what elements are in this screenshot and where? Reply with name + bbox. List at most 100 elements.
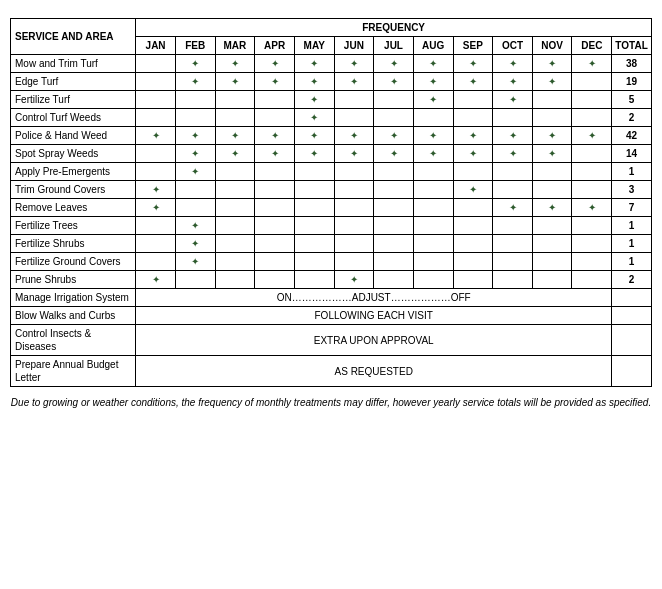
month-cell	[572, 145, 612, 163]
month-cell	[215, 91, 255, 109]
month-cell	[136, 109, 176, 127]
service-cell: Edge Turf	[11, 73, 136, 91]
check-icon: ✦	[548, 202, 556, 213]
service-cell: Control Turf Weeds	[11, 109, 136, 127]
month-cell	[294, 181, 334, 199]
month-header-nov: NOV	[532, 37, 572, 55]
month-cell: ✦	[294, 145, 334, 163]
month-cell	[413, 217, 453, 235]
check-icon: ✦	[548, 76, 556, 87]
check-icon: ✦	[390, 148, 398, 159]
month-cell	[136, 145, 176, 163]
check-icon: ✦	[271, 58, 279, 69]
month-cell	[136, 73, 176, 91]
check-icon: ✦	[152, 202, 160, 213]
month-cell	[175, 109, 215, 127]
month-cell: ✦	[334, 73, 374, 91]
service-cell: Fertilize Ground Covers	[11, 253, 136, 271]
month-cell	[413, 181, 453, 199]
table-row: Prepare Annual Budget LetterAS REQUESTED	[11, 356, 652, 387]
month-header-feb: FEB	[175, 37, 215, 55]
check-icon: ✦	[429, 130, 437, 141]
check-icon: ✦	[429, 148, 437, 159]
month-cell	[334, 235, 374, 253]
check-icon: ✦	[310, 130, 318, 141]
month-cell	[532, 181, 572, 199]
month-cell: ✦	[532, 127, 572, 145]
month-header-mar: MAR	[215, 37, 255, 55]
month-cell: ✦	[453, 181, 493, 199]
month-cell	[374, 235, 414, 253]
month-header-jun: JUN	[334, 37, 374, 55]
check-icon: ✦	[271, 148, 279, 159]
month-cell: ✦	[334, 145, 374, 163]
month-cell	[572, 163, 612, 181]
month-cell	[413, 253, 453, 271]
service-cell: Mow and Trim Turf	[11, 55, 136, 73]
service-cell: Manage Irrigation System	[11, 289, 136, 307]
month-cell	[215, 253, 255, 271]
total-cell: 7	[612, 199, 652, 217]
month-header-jan: JAN	[136, 37, 176, 55]
month-cell	[255, 181, 295, 199]
month-cell: ✦	[413, 127, 453, 145]
month-header-jul: JUL	[374, 37, 414, 55]
check-icon: ✦	[509, 148, 517, 159]
table-row: Spot Spray Weeds✦✦✦✦✦✦✦✦✦✦14	[11, 145, 652, 163]
check-icon: ✦	[588, 130, 596, 141]
total-cell: 5	[612, 91, 652, 109]
month-cell	[334, 181, 374, 199]
month-cell: ✦	[294, 109, 334, 127]
span-cell: ON………………ADJUST………………OFF	[136, 289, 612, 307]
table-row: Fertilize Turf✦✦✦5	[11, 91, 652, 109]
month-cell	[413, 199, 453, 217]
month-cell	[572, 253, 612, 271]
month-cell	[255, 235, 295, 253]
check-icon: ✦	[509, 202, 517, 213]
check-icon: ✦	[191, 58, 199, 69]
check-icon: ✦	[469, 148, 477, 159]
service-cell: Apply Pre-Emergents	[11, 163, 136, 181]
top-header-row: SERVICE AND AREAFREQUENCY	[11, 19, 652, 37]
month-cell: ✦	[175, 253, 215, 271]
service-cell: Control Insects & Diseases	[11, 325, 136, 356]
check-icon: ✦	[548, 130, 556, 141]
month-cell	[572, 181, 612, 199]
month-cell	[215, 181, 255, 199]
month-cell	[493, 217, 533, 235]
service-cell: Fertilize Shrubs	[11, 235, 136, 253]
month-cell	[413, 109, 453, 127]
service-cell: Prepare Annual Budget Letter	[11, 356, 136, 387]
month-cell	[453, 163, 493, 181]
month-cell: ✦	[493, 73, 533, 91]
total-cell: 2	[612, 271, 652, 289]
month-cell	[136, 217, 176, 235]
month-cell: ✦	[374, 73, 414, 91]
span-cell: EXTRA UPON APPROVAL	[136, 325, 612, 356]
month-cell	[215, 235, 255, 253]
month-cell	[334, 217, 374, 235]
month-cell	[374, 109, 414, 127]
table-row: Remove Leaves✦✦✦✦7	[11, 199, 652, 217]
check-icon: ✦	[191, 130, 199, 141]
month-cell: ✦	[453, 55, 493, 73]
month-cell: ✦	[374, 145, 414, 163]
check-icon: ✦	[152, 274, 160, 285]
check-icon: ✦	[390, 76, 398, 87]
month-cell	[334, 163, 374, 181]
check-icon: ✦	[429, 76, 437, 87]
total-cell: 42	[612, 127, 652, 145]
table-row: Edge Turf✦✦✦✦✦✦✦✦✦✦19	[11, 73, 652, 91]
month-cell: ✦	[215, 127, 255, 145]
month-cell	[175, 181, 215, 199]
check-icon: ✦	[469, 130, 477, 141]
month-cell	[453, 91, 493, 109]
check-icon: ✦	[509, 130, 517, 141]
month-cell: ✦	[493, 91, 533, 109]
month-cell	[453, 235, 493, 253]
month-cell	[294, 199, 334, 217]
month-cell	[215, 217, 255, 235]
total-cell	[612, 289, 652, 307]
month-cell: ✦	[572, 199, 612, 217]
month-cell	[136, 163, 176, 181]
